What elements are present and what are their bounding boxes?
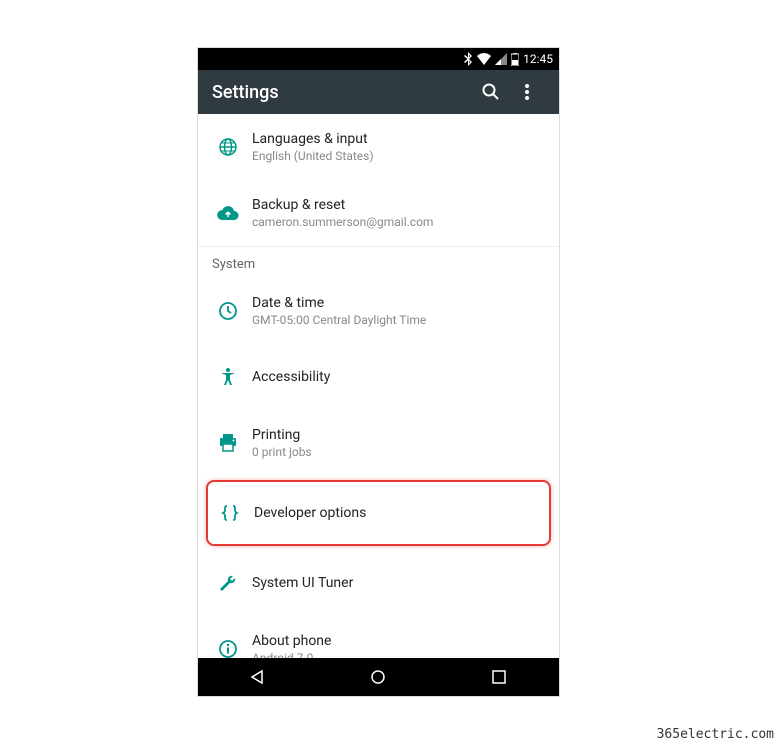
settings-item-label: Backup & reset xyxy=(252,197,545,213)
bluetooth-icon xyxy=(463,52,473,66)
braces-icon xyxy=(210,505,250,521)
settings-item-datetime[interactable]: Date & time GMT-05:00 Central Daylight T… xyxy=(198,278,559,344)
settings-item-system-ui-tuner[interactable]: System UI Tuner xyxy=(198,550,559,616)
recent-icon xyxy=(492,670,506,684)
settings-item-label: Languages & input xyxy=(252,131,545,147)
settings-item-sub: English (United States) xyxy=(252,149,545,163)
print-icon xyxy=(208,434,248,452)
settings-item-about-phone[interactable]: About phone Android 7.0 xyxy=(198,616,559,658)
search-button[interactable] xyxy=(473,74,509,110)
settings-item-label: Accessibility xyxy=(252,369,545,385)
settings-item-printing[interactable]: Printing 0 print jobs xyxy=(198,410,559,476)
nav-home-button[interactable] xyxy=(348,662,408,692)
settings-list: Languages & input English (United States… xyxy=(198,114,559,658)
backup-icon xyxy=(208,205,248,221)
globe-icon xyxy=(208,137,248,157)
status-bar: 12:45 xyxy=(198,48,559,70)
settings-item-sub: GMT-05:00 Central Daylight Time xyxy=(252,313,545,327)
settings-item-label: Developer options xyxy=(254,505,543,521)
signal-icon xyxy=(495,53,507,65)
search-icon xyxy=(481,82,501,102)
settings-item-sub: cameron.summerson@gmail.com xyxy=(252,215,545,229)
home-icon xyxy=(370,669,386,685)
nav-back-button[interactable] xyxy=(228,662,288,692)
wrench-icon xyxy=(208,573,248,593)
settings-item-languages[interactable]: Languages & input English (United States… xyxy=(198,114,559,180)
section-header-system: System xyxy=(198,246,559,278)
settings-item-label: About phone xyxy=(252,633,545,649)
overflow-button[interactable] xyxy=(509,74,545,110)
nav-recent-button[interactable] xyxy=(469,662,529,692)
back-icon xyxy=(250,669,266,685)
settings-item-developer-options[interactable]: Developer options xyxy=(206,480,551,546)
settings-item-sub: Android 7.0 xyxy=(252,651,545,658)
phone-frame: 12:45 Settings Languages & input English… xyxy=(198,48,559,696)
watermark: 365electric.com xyxy=(657,727,774,742)
accessibility-icon xyxy=(208,367,248,387)
battery-icon xyxy=(511,53,519,66)
clock-icon xyxy=(208,301,248,321)
info-icon xyxy=(208,639,248,658)
settings-item-sub: 0 print jobs xyxy=(252,445,545,459)
status-time: 12:45 xyxy=(523,52,553,66)
app-bar: Settings xyxy=(198,70,559,114)
settings-item-label: Printing xyxy=(252,427,545,443)
wifi-icon xyxy=(477,53,491,65)
settings-item-label: System UI Tuner xyxy=(252,575,545,591)
settings-item-backup[interactable]: Backup & reset cameron.summerson@gmail.c… xyxy=(198,180,559,246)
settings-item-accessibility[interactable]: Accessibility xyxy=(198,344,559,410)
overflow-icon xyxy=(525,84,529,100)
settings-item-label: Date & time xyxy=(252,295,545,311)
page-title: Settings xyxy=(212,82,473,103)
navigation-bar xyxy=(198,658,559,696)
